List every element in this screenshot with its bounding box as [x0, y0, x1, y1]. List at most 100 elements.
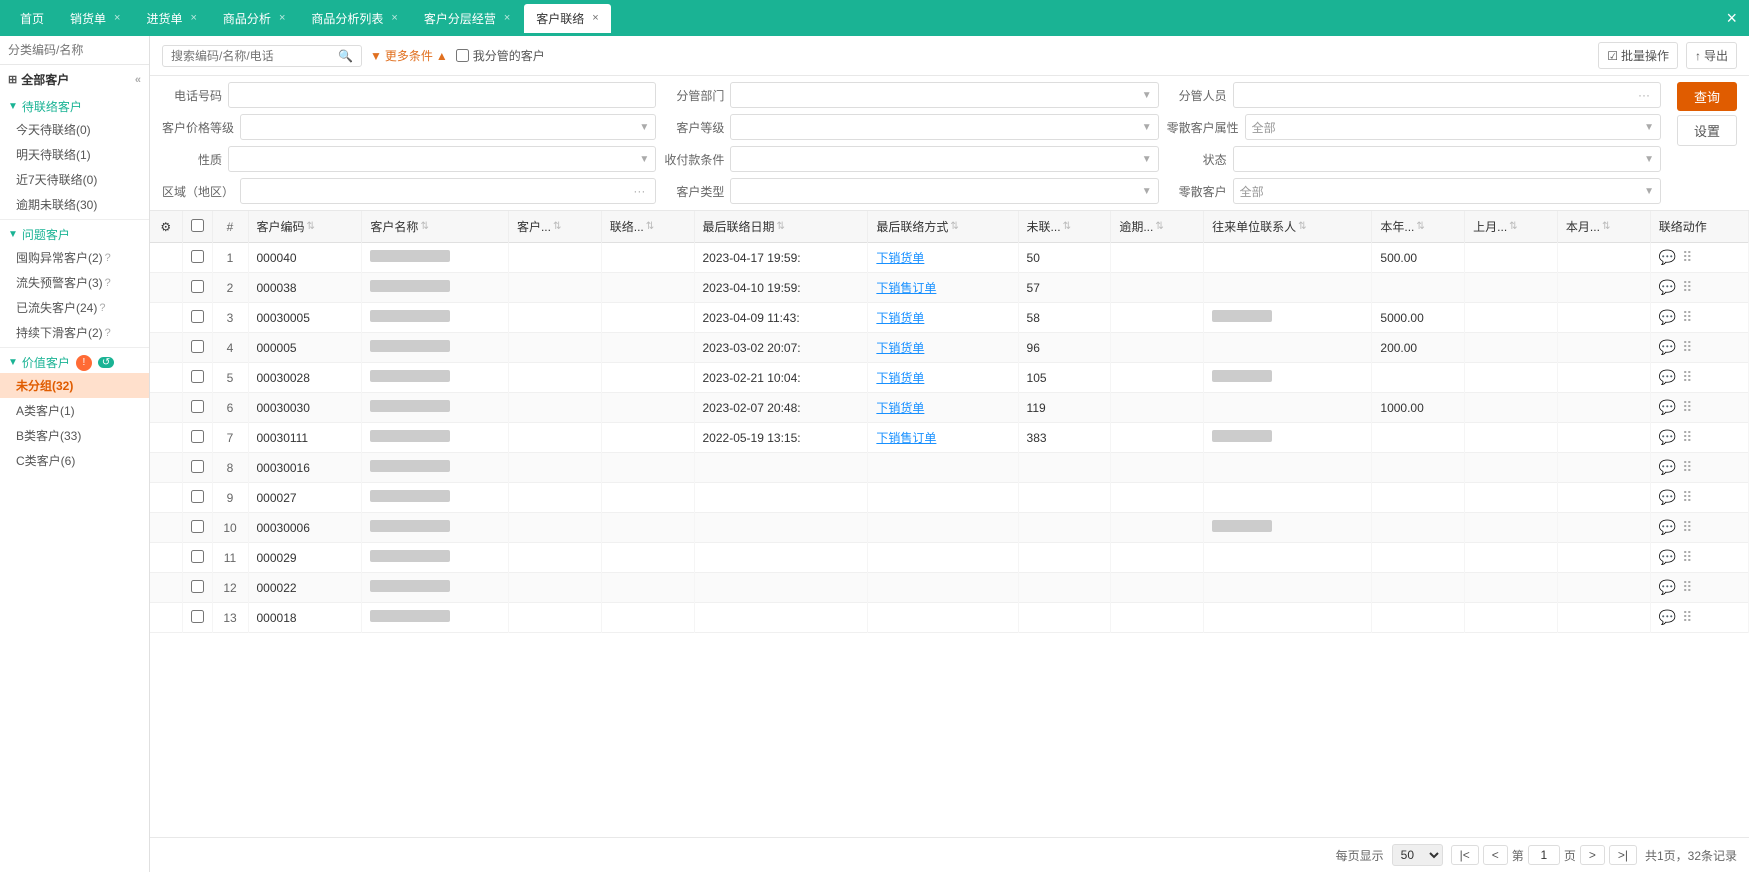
row-last-contact-method[interactable]: 下销货单: [868, 333, 1018, 363]
nature-select[interactable]: ▼: [228, 146, 656, 172]
sidebar-item-7days[interactable]: 近7天待联络(0): [0, 167, 149, 192]
manager-dots[interactable]: ···: [1634, 88, 1654, 102]
row-checkbox[interactable]: [191, 610, 204, 623]
tab-sales[interactable]: 销货单 ×: [58, 4, 132, 33]
row-last-contact-method[interactable]: 下销货单: [868, 393, 1018, 423]
tab-customer-contact-close[interactable]: ×: [592, 12, 598, 24]
th-last-month[interactable]: 上月... ⇅: [1465, 211, 1558, 243]
th-settings[interactable]: ⚙: [150, 211, 182, 243]
more-actions-icon[interactable]: ⠿: [1682, 339, 1692, 356]
sidebar-item-churned[interactable]: 已流失客户(24) ?: [0, 295, 149, 320]
reset-btn[interactable]: 设置: [1677, 115, 1737, 146]
row-checkbox[interactable]: [191, 550, 204, 563]
export-btn[interactable]: ↑ 导出: [1686, 42, 1737, 69]
row-checkbox[interactable]: [191, 340, 204, 353]
per-page-select[interactable]: 50 100 200: [1392, 844, 1443, 866]
th-checkbox[interactable]: [182, 211, 212, 243]
row-checkbox[interactable]: [191, 310, 204, 323]
th-no-contact[interactable]: 未联... ⇅: [1018, 211, 1111, 243]
contact-icon[interactable]: 💬: [1659, 429, 1676, 446]
more-actions-icon[interactable]: ⠿: [1682, 309, 1692, 326]
row-checkbox[interactable]: [191, 280, 204, 293]
contact-icon[interactable]: 💬: [1659, 339, 1676, 356]
row-last-contact-method[interactable]: [868, 483, 1018, 513]
value-group-reload[interactable]: ↺: [98, 357, 114, 368]
row-checkbox[interactable]: [191, 370, 204, 383]
close-all-tabs-icon[interactable]: ×: [1722, 4, 1741, 33]
th-name[interactable]: 客户名称 ⇅: [362, 211, 509, 243]
more-actions-icon[interactable]: ⠿: [1682, 399, 1692, 416]
sidebar-item-churn-warning[interactable]: 流失预警客户(3) ?: [0, 270, 149, 295]
th-person[interactable]: 往来单位联系人 ⇅: [1204, 211, 1372, 243]
all-customers-header[interactable]: ⊞ 全部客户 «: [0, 65, 149, 94]
more-actions-icon[interactable]: ⠿: [1682, 609, 1692, 626]
more-actions-icon[interactable]: ⠿: [1682, 519, 1692, 536]
row-last-contact-method[interactable]: 下销售订单: [868, 273, 1018, 303]
row-last-contact-method[interactable]: [868, 603, 1018, 633]
tab-home[interactable]: 首页: [8, 4, 56, 33]
status-select[interactable]: ▼: [1233, 146, 1661, 172]
sidebar-item-class-b[interactable]: B类客户(33): [0, 423, 149, 448]
last-page-btn[interactable]: >|: [1609, 845, 1637, 865]
region-dots[interactable]: ···: [629, 184, 649, 198]
row-last-contact-method[interactable]: 下销货单: [868, 243, 1018, 273]
group-value-customers[interactable]: ▼ 价值客户 ! ↺: [0, 350, 149, 373]
tab-purchase-close[interactable]: ×: [190, 12, 196, 24]
batch-operations-btn[interactable]: ☑ 批量操作: [1598, 42, 1678, 69]
sidebar-item-class-c[interactable]: C类客户(6): [0, 448, 149, 473]
payment-select[interactable]: ▼: [730, 146, 1158, 172]
contact-method-link[interactable]: 下销货单: [876, 371, 924, 385]
row-last-contact-method[interactable]: [868, 543, 1018, 573]
contact-icon[interactable]: 💬: [1659, 609, 1676, 626]
contact-method-link[interactable]: 下销货单: [876, 401, 924, 415]
main-search-icon[interactable]: 🔍: [338, 49, 353, 63]
group-problem-customers[interactable]: ▼ 问题客户: [0, 222, 149, 245]
contact-icon[interactable]: 💬: [1659, 279, 1676, 296]
row-last-contact-method[interactable]: [868, 453, 1018, 483]
sidebar-item-today[interactable]: 今天待联络(0): [0, 117, 149, 142]
more-actions-icon[interactable]: ⠿: [1682, 429, 1692, 446]
contact-icon[interactable]: 💬: [1659, 369, 1676, 386]
th-this-year[interactable]: 本年... ⇅: [1372, 211, 1465, 243]
row-checkbox[interactable]: [191, 580, 204, 593]
contact-method-link[interactable]: 下销售订单: [876, 431, 936, 445]
th-this-month[interactable]: 本月... ⇅: [1557, 211, 1650, 243]
select-all-checkbox[interactable]: [191, 219, 204, 232]
dept-select[interactable]: ▼: [730, 82, 1158, 108]
row-last-contact-method[interactable]: [868, 513, 1018, 543]
customer-level-select[interactable]: ▼: [730, 114, 1158, 140]
contact-icon[interactable]: 💬: [1659, 249, 1676, 266]
tab-purchase[interactable]: 进货单 ×: [134, 4, 208, 33]
next-page-btn[interactable]: >: [1580, 845, 1605, 865]
tab-product-analysis-list[interactable]: 商品分析列表 ×: [299, 4, 409, 33]
phone-input[interactable]: [228, 82, 656, 108]
main-search-input[interactable]: [171, 49, 334, 63]
th-overdue[interactable]: 逾期... ⇅: [1111, 211, 1204, 243]
row-last-contact-method[interactable]: 下销货单: [868, 363, 1018, 393]
contact-icon[interactable]: 💬: [1659, 579, 1676, 596]
sidebar-item-ungrouped[interactable]: 未分组(32): [0, 373, 149, 398]
more-actions-icon[interactable]: ⠿: [1682, 279, 1692, 296]
my-customers-checkbox[interactable]: [456, 49, 469, 62]
my-customers-checkbox-wrap[interactable]: 我分管的客户: [456, 47, 545, 64]
sidebar-item-declining[interactable]: 持续下滑客户(2) ?: [0, 320, 149, 345]
tab-product-analysis-list-close[interactable]: ×: [391, 12, 397, 24]
customer-type-select[interactable]: ▼: [730, 178, 1158, 204]
contact-icon[interactable]: 💬: [1659, 309, 1676, 326]
contact-method-link[interactable]: 下销售订单: [876, 281, 936, 295]
sidebar-item-class-a[interactable]: A类客户(1): [0, 398, 149, 423]
th-last-contact-method[interactable]: 最后联络方式 ⇅: [868, 211, 1018, 243]
row-last-contact-method[interactable]: 下销货单: [868, 303, 1018, 333]
more-actions-icon[interactable]: ⠿: [1682, 459, 1692, 476]
th-last-contact-date[interactable]: 最后联络日期 ⇅: [694, 211, 868, 243]
row-checkbox[interactable]: [191, 400, 204, 413]
contact-icon[interactable]: 💬: [1659, 519, 1676, 536]
contact-icon[interactable]: 💬: [1659, 459, 1676, 476]
th-code[interactable]: 客户编码 ⇅: [248, 211, 362, 243]
row-checkbox[interactable]: [191, 460, 204, 473]
first-page-btn[interactable]: |<: [1451, 845, 1479, 865]
sidebar-collapse-icon[interactable]: «: [135, 74, 141, 86]
row-last-contact-method[interactable]: [868, 573, 1018, 603]
contact-icon[interactable]: 💬: [1659, 489, 1676, 506]
row-checkbox[interactable]: [191, 250, 204, 263]
